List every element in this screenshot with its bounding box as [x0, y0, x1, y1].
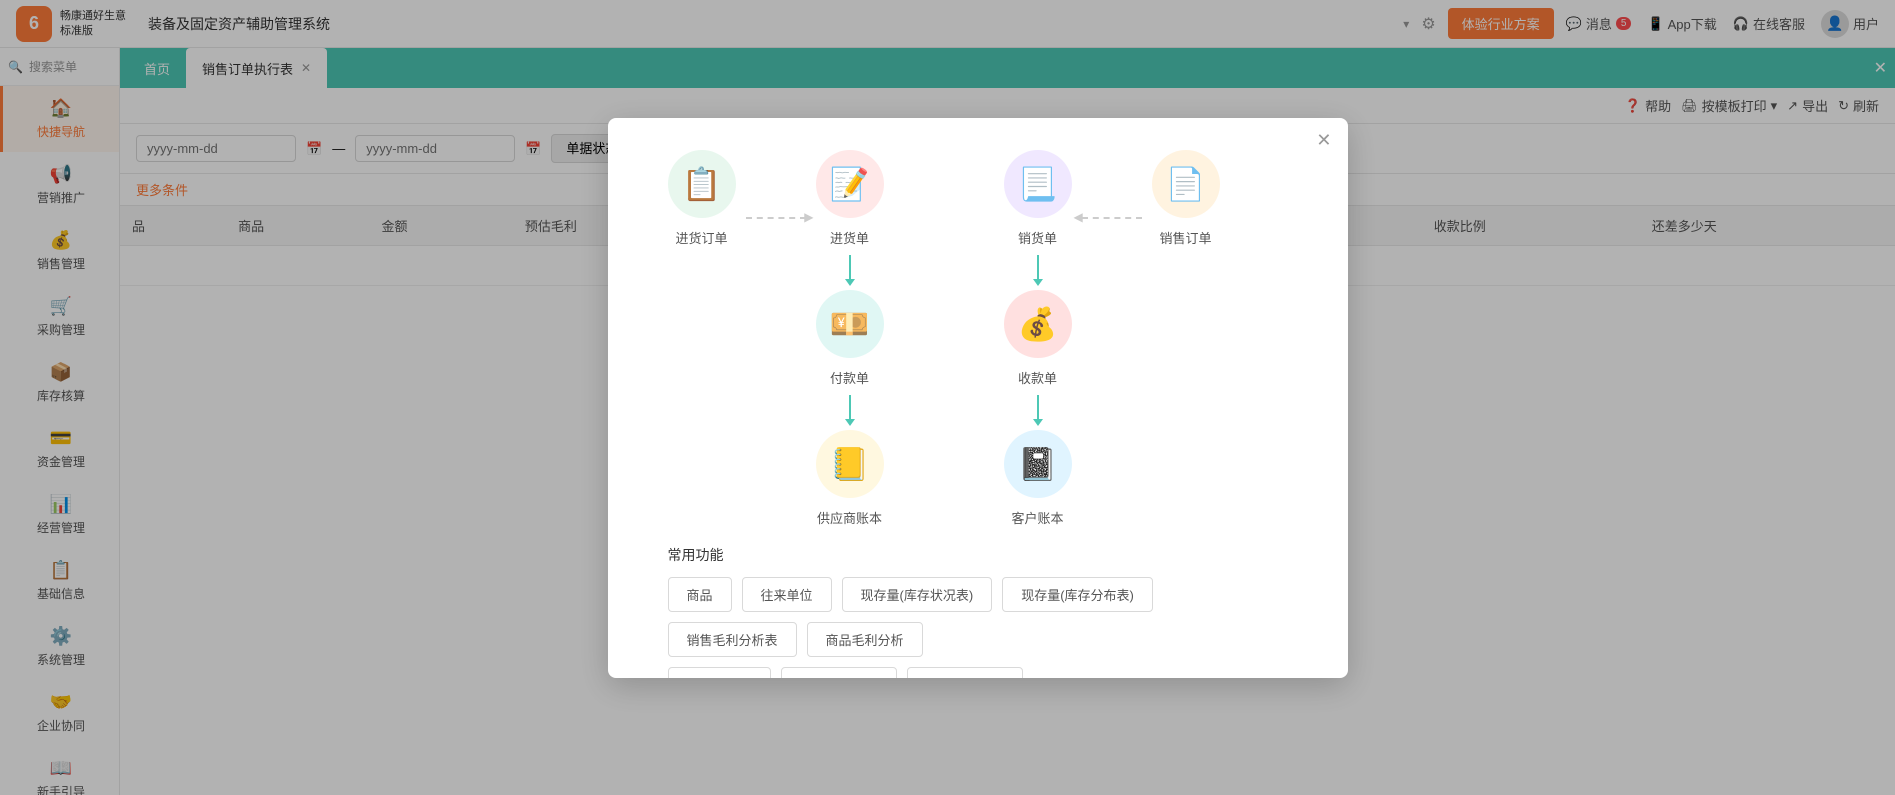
flow-node-purchase-order[interactable]: 📋 进货订单: [668, 150, 736, 247]
flow-node-payment[interactable]: 💴 付款单: [816, 290, 884, 387]
payment-circle: 💴: [816, 290, 884, 358]
receipt-label: 收款单: [1018, 368, 1057, 387]
customer-ledger-circle: 📓: [1004, 430, 1072, 498]
dashed-arrow-right-1: [746, 217, 806, 219]
overlay[interactable]: ✕ 📋 进货订单 📝 进货单: [0, 0, 1895, 795]
purchase-order-label: 进货订单: [675, 228, 727, 247]
sales-bill-label: 销货单: [1018, 228, 1057, 247]
dialog: ✕ 📋 进货订单 📝 进货单: [608, 118, 1348, 678]
cf-btn-stock-status[interactable]: 现存量(库存状况表): [842, 577, 993, 612]
arrow-down-receipt: [1004, 391, 1072, 430]
receipt-circle: 💰: [1004, 290, 1072, 358]
arrow-down-purchase: [816, 251, 884, 290]
dialog-close-button[interactable]: ✕: [1316, 130, 1331, 151]
cf-btn-stock-dist[interactable]: 现存量(库存分布表): [1002, 577, 1153, 612]
cf-btn-payment-stats[interactable]: 付款情况统计: [907, 667, 1023, 678]
cf-btn-product[interactable]: 商品: [668, 577, 732, 612]
purchase-order-circle: 📋: [668, 150, 736, 218]
flow-node-sales-bill[interactable]: 📃 销货单: [1004, 150, 1072, 247]
common-function-buttons-row2: 销售排行榜 收款情况统计 付款情况统计: [668, 667, 1288, 678]
flow-node-receipt[interactable]: 💰 收款单: [1004, 290, 1072, 387]
cf-btn-counterparty[interactable]: 往来单位: [742, 577, 832, 612]
arrow-down-payment: [816, 391, 884, 430]
sales-bill-circle: 📃: [1004, 150, 1072, 218]
customer-ledger-label: 客户账本: [1011, 508, 1063, 527]
cf-btn-product-profit[interactable]: 商品毛利分析: [807, 622, 923, 657]
sales-order-circle: 📄: [1152, 150, 1220, 218]
supplier-ledger-label: 供应商账本: [817, 508, 882, 527]
common-function-buttons: 商品 往来单位 现存量(库存状况表) 现存量(库存分布表) 销售毛利分析表 商品…: [668, 577, 1288, 657]
supplier-ledger-circle: 📒: [816, 430, 884, 498]
common-functions-title: 常用功能: [668, 545, 1288, 565]
flow-section: 📋 进货订单 📝 进货单 📃 销货单: [608, 118, 1348, 535]
purchase-bill-circle: 📝: [816, 150, 884, 218]
sales-order-label: 销售订单: [1159, 228, 1211, 247]
cf-btn-sales-profit[interactable]: 销售毛利分析表: [668, 622, 797, 657]
common-functions-section: 常用功能 商品 往来单位 现存量(库存状况表) 现存量(库存分布表) 销售毛利分…: [608, 535, 1348, 678]
flow-node-purchase-bill[interactable]: 📝 进货单: [816, 150, 884, 247]
arrow-purchase-order-to-purchase: [736, 217, 816, 247]
dashed-arrow-left-1: [1082, 217, 1142, 219]
arrow-sales-order-to-sales-bill: [1072, 217, 1152, 247]
arrow-down-sales: [1004, 251, 1072, 290]
payment-label: 付款单: [830, 368, 869, 387]
flow-node-supplier-ledger[interactable]: 📒 供应商账本: [816, 430, 884, 527]
purchase-bill-label: 进货单: [830, 228, 869, 247]
flow-node-customer-ledger[interactable]: 📓 客户账本: [1004, 430, 1072, 527]
cf-btn-receipt-stats[interactable]: 收款情况统计: [781, 667, 897, 678]
flow-node-sales-order[interactable]: 📄 销售订单: [1152, 150, 1220, 247]
cf-btn-sales-ranking[interactable]: 销售排行榜: [668, 667, 771, 678]
